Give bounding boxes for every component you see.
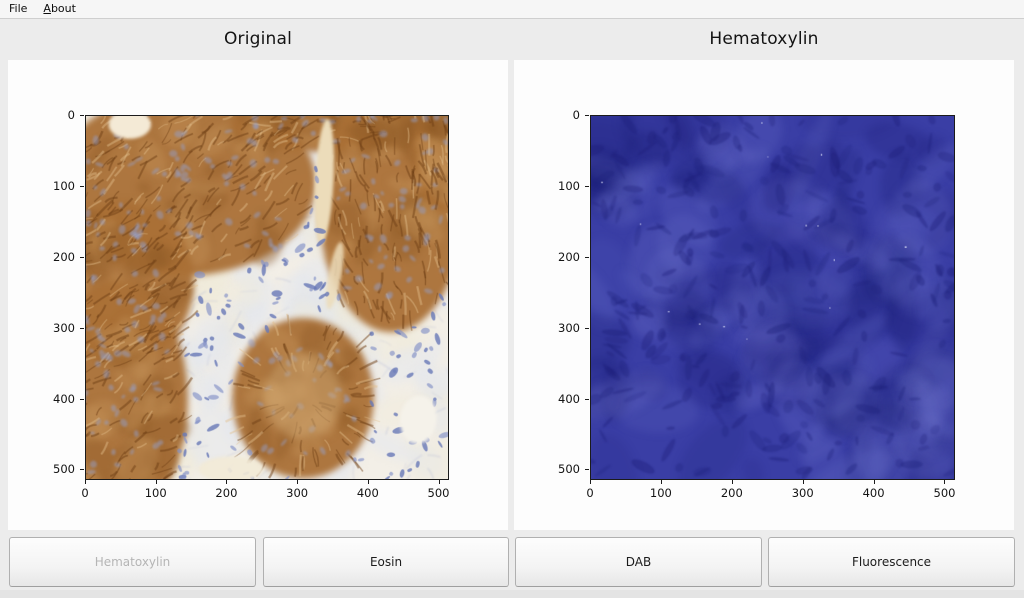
- x-tick-label: 100: [649, 486, 672, 500]
- x-tick-label: 300: [791, 486, 814, 500]
- y-tick-label: 200: [558, 249, 580, 264]
- y-tick-label: 400: [558, 391, 580, 406]
- menu-item-file[interactable]: File: [9, 0, 27, 18]
- x-tick-label: 400: [862, 486, 885, 500]
- x-tick: [873, 480, 875, 484]
- x-tick: [155, 480, 157, 484]
- x-tick: [226, 480, 228, 484]
- y-tick-label: 200: [53, 249, 75, 264]
- x-tick: [85, 480, 86, 484]
- y-tick: [80, 327, 84, 329]
- x-tick-label: 100: [144, 486, 167, 500]
- window-bottom-strip: [0, 590, 1024, 598]
- plot-area-hematoxylin: [590, 115, 955, 480]
- y-tick-label: 300: [558, 320, 580, 335]
- x-tick-label: 500: [933, 486, 956, 500]
- panel-title-original: Original: [223, 29, 293, 49]
- x-tick: [367, 480, 369, 484]
- y-tick-label: 400: [53, 391, 75, 406]
- x-tick: [297, 480, 299, 484]
- y-tick: [585, 469, 589, 471]
- eosin-button[interactable]: Eosin: [263, 537, 509, 587]
- x-tick-label: 200: [720, 486, 743, 500]
- hematoxylin-image: [591, 116, 954, 479]
- y-tick: [585, 185, 589, 187]
- dab-button[interactable]: DAB: [515, 537, 762, 587]
- y-tick-label: 0: [572, 108, 580, 122]
- y-tick: [585, 327, 589, 329]
- y-tick: [585, 398, 589, 400]
- x-tick: [590, 480, 591, 484]
- y-tick: [80, 115, 84, 116]
- x-tick: [944, 480, 946, 484]
- panel-title-hematoxylin: Hematoxylin: [709, 29, 819, 49]
- plot-area-original: [85, 115, 449, 480]
- y-tick: [80, 185, 84, 187]
- x-tick-label: 0: [81, 486, 89, 500]
- y-tick-label: 500: [558, 462, 580, 477]
- y-tick: [80, 256, 84, 258]
- x-tick-label: 500: [427, 486, 450, 500]
- y-tick-label: 100: [558, 178, 580, 193]
- y-tick-label: 300: [53, 320, 75, 335]
- y-tick-label: 100: [53, 178, 75, 193]
- x-tick: [731, 480, 733, 484]
- x-tick-label: 300: [286, 486, 309, 500]
- x-tick: [438, 480, 440, 484]
- x-tick-label: 0: [586, 486, 594, 500]
- fluorescence-button[interactable]: Fluorescence: [768, 537, 1015, 587]
- x-tick-label: 400: [356, 486, 379, 500]
- menu-bar: File About: [0, 0, 1024, 19]
- x-tick: [660, 480, 662, 484]
- menu-item-about[interactable]: About: [43, 0, 76, 18]
- hematoxylin-button[interactable]: Hematoxylin: [9, 537, 256, 587]
- y-tick-label: 500: [53, 462, 75, 477]
- y-tick-label: 0: [67, 108, 75, 122]
- x-tick-label: 200: [215, 486, 238, 500]
- x-tick: [802, 480, 804, 484]
- y-tick: [80, 469, 84, 471]
- y-tick: [585, 256, 589, 258]
- y-tick: [80, 398, 84, 400]
- y-tick: [585, 115, 589, 116]
- original-image: [86, 116, 448, 479]
